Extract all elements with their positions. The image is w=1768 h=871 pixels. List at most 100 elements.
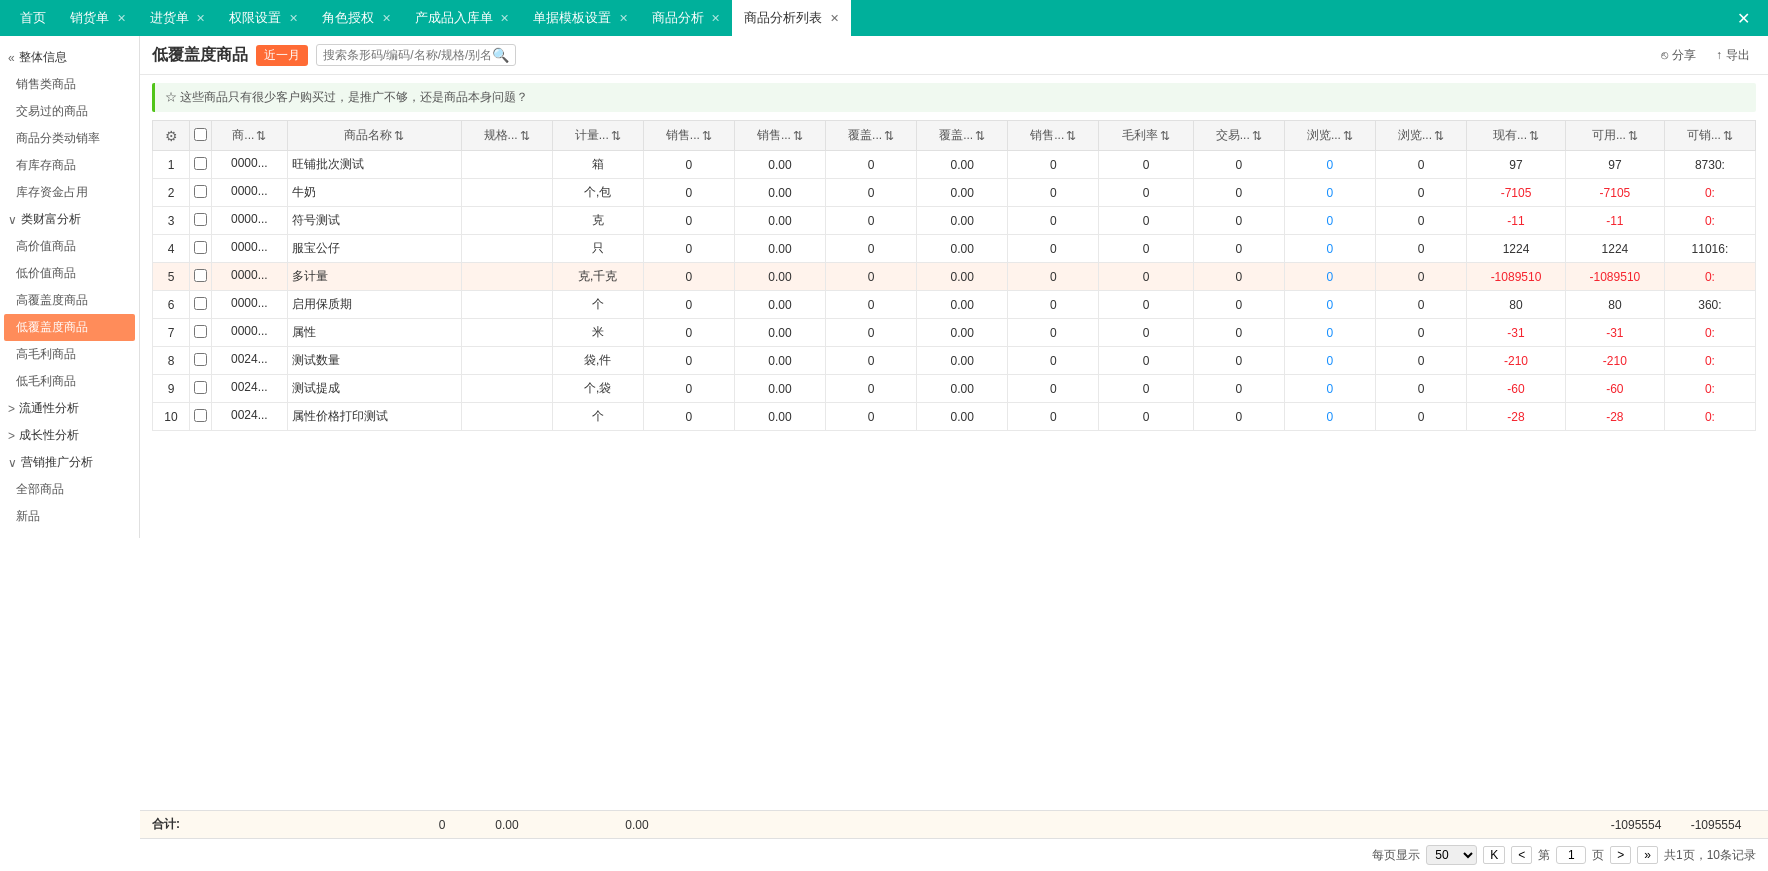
sidebar-item-low-profit[interactable]: 低毛利商品 (0, 368, 139, 395)
nav-template[interactable]: 单据模板设置 ✕ (521, 0, 640, 36)
nav-home[interactable]: 首页 (8, 0, 58, 36)
table-wrapper[interactable]: ⚙ 商... ⇅ 商品名称 ⇅ 规格... ⇅ 计量... ⇅ 销售... ⇅ … (140, 120, 1768, 810)
row-checkbox[interactable] (190, 207, 212, 235)
sidebar-group-wealth[interactable]: ∨ 类财富分析 (0, 206, 139, 233)
col-sales1[interactable]: 销售... ⇅ (643, 121, 734, 151)
col-sales3[interactable]: 销售... ⇅ (1008, 121, 1099, 151)
sidebar-item-high-coverage[interactable]: 高覆盖度商品 (0, 287, 139, 314)
row-checkbox[interactable] (190, 235, 212, 263)
row-checkbox[interactable] (190, 179, 212, 207)
row-num: 1 (153, 151, 190, 179)
nav-sales[interactable]: 销货单 ✕ (58, 0, 138, 36)
row-checkbox[interactable] (190, 319, 212, 347)
col-coverage1[interactable]: 覆盖... ⇅ (826, 121, 917, 151)
row-ll1[interactable]: 0 (1284, 403, 1375, 431)
row-checkbox[interactable] (190, 263, 212, 291)
nav-product-in[interactable]: 产成品入库单 ✕ (403, 0, 522, 36)
nav-role-close[interactable]: ✕ (382, 12, 391, 24)
nav-goods-analysis-close[interactable]: ✕ (711, 12, 720, 24)
row-ll1[interactable]: 0 (1284, 263, 1375, 291)
nav-permission-close[interactable]: ✕ (289, 12, 298, 24)
nav-product-in-close[interactable]: ✕ (500, 12, 509, 24)
next-page-btn[interactable]: > (1610, 846, 1631, 864)
col-settings[interactable]: ⚙ (153, 121, 190, 151)
search-input[interactable] (323, 48, 492, 62)
row-checkbox[interactable] (190, 151, 212, 179)
nav-goods-list-close[interactable]: ✕ (830, 12, 839, 24)
row-ll1[interactable]: 0 (1284, 235, 1375, 263)
nav-role[interactable]: 角色授权 ✕ (310, 0, 403, 36)
window-close-btn[interactable]: ✕ (1727, 9, 1760, 28)
row-checkbox[interactable] (190, 403, 212, 431)
col-name[interactable]: 商品名称 ⇅ (287, 121, 461, 151)
nav-template-close[interactable]: ✕ (619, 12, 628, 24)
row-xq3: 0: (1664, 319, 1755, 347)
page-number-input[interactable] (1556, 846, 1586, 864)
sidebar-item-high-value[interactable]: 高价值商品 (0, 233, 139, 260)
row-ll1[interactable]: 0 (1284, 179, 1375, 207)
share-button[interactable]: ⎋ 分享 (1655, 45, 1702, 66)
sidebar-item-low-coverage[interactable]: 低覆盖度商品 (4, 314, 135, 341)
row-s3: 0 (1008, 179, 1099, 207)
col-checkbox[interactable] (190, 121, 212, 151)
page-title: 低覆盖度商品 (152, 45, 248, 66)
col-unit[interactable]: 计量... ⇅ (552, 121, 643, 151)
select-all-checkbox[interactable] (194, 128, 207, 141)
sidebar-section-overall[interactable]: « 整体信息 (0, 44, 139, 71)
page-size-select[interactable]: 50 100 200 (1426, 845, 1477, 865)
prev-page-btn[interactable]: < (1511, 846, 1532, 864)
row-xq2: 80 (1565, 291, 1664, 319)
row-ll1[interactable]: 0 (1284, 207, 1375, 235)
col-browse1[interactable]: 浏览... ⇅ (1284, 121, 1375, 151)
col-margin[interactable]: 毛利率 ⇅ (1099, 121, 1193, 151)
nav-permission[interactable]: 权限设置 ✕ (217, 0, 310, 36)
sidebar-item-stocked-goods[interactable]: 有库存商品 (0, 152, 139, 179)
row-ll1[interactable]: 0 (1284, 151, 1375, 179)
row-ll1[interactable]: 0 (1284, 347, 1375, 375)
row-jy: 0 (1193, 263, 1284, 291)
col-code[interactable]: 商... ⇅ (212, 121, 288, 151)
period-button[interactable]: 近一月 (256, 45, 308, 66)
col-trade[interactable]: 交易... ⇅ (1193, 121, 1284, 151)
nav-purchase[interactable]: 进货单 ✕ (138, 0, 218, 36)
sidebar-group-circulation[interactable]: > 流通性分析 (0, 395, 139, 422)
sidebar-item-all-goods[interactable]: 全部商品 (0, 476, 139, 503)
row-checkbox[interactable] (190, 347, 212, 375)
row-checkbox[interactable] (190, 291, 212, 319)
sidebar-item-sales-goods[interactable]: 销售类商品 (0, 71, 139, 98)
row-num: 9 (153, 375, 190, 403)
row-spec (461, 403, 552, 431)
row-s2: 0.00 (734, 319, 825, 347)
nav-goods-analysis[interactable]: 商品分析 ✕ (640, 0, 733, 36)
row-ll1[interactable]: 0 (1284, 375, 1375, 403)
row-ll1[interactable]: 0 (1284, 319, 1375, 347)
sidebar-group-marketing[interactable]: ∨ 营销推广分析 (0, 449, 139, 476)
nav-goods-list[interactable]: 商品分析列表 ✕ (732, 0, 851, 36)
col-spec[interactable]: 规格... ⇅ (461, 121, 552, 151)
first-page-btn[interactable]: K (1483, 846, 1505, 864)
sidebar-item-new-goods[interactable]: 新品 (0, 503, 139, 530)
nav-purchase-close[interactable]: ✕ (196, 12, 205, 24)
col-current[interactable]: 现有... ⇅ (1467, 121, 1566, 151)
sidebar-item-category-rate[interactable]: 商品分类动销率 (0, 125, 139, 152)
summary-label: 合计: (152, 816, 212, 833)
sidebar-group-growth[interactable]: > 成长性分析 (0, 422, 139, 449)
row-xq2: 1224 (1565, 235, 1664, 263)
row-ll1[interactable]: 0 (1284, 291, 1375, 319)
col-sales2[interactable]: 销售... ⇅ (734, 121, 825, 151)
col-coverage2[interactable]: 覆盖... ⇅ (917, 121, 1008, 151)
col-browse2[interactable]: 浏览... ⇅ (1375, 121, 1466, 151)
col-sellable[interactable]: 可销... ⇅ (1664, 121, 1755, 151)
sidebar-item-stock-capital[interactable]: 库存资金占用 (0, 179, 139, 206)
nav-sales-close[interactable]: ✕ (117, 12, 126, 24)
col-available[interactable]: 可用... ⇅ (1565, 121, 1664, 151)
search-icon[interactable]: 🔍 (492, 47, 509, 63)
info-banner: ☆ 这些商品只有很少客户购买过，是推广不够，还是商品本身问题？ (152, 83, 1756, 112)
export-button[interactable]: ↑ 导出 (1710, 45, 1756, 66)
row-checkbox[interactable] (190, 375, 212, 403)
sidebar-item-traded-goods[interactable]: 交易过的商品 (0, 98, 139, 125)
sidebar-item-high-profit[interactable]: 高毛利商品 (0, 341, 139, 368)
sidebar-item-low-value[interactable]: 低价值商品 (0, 260, 139, 287)
row-name: 属性价格打印测试 (287, 403, 461, 431)
last-page-btn[interactable]: » (1637, 846, 1658, 864)
